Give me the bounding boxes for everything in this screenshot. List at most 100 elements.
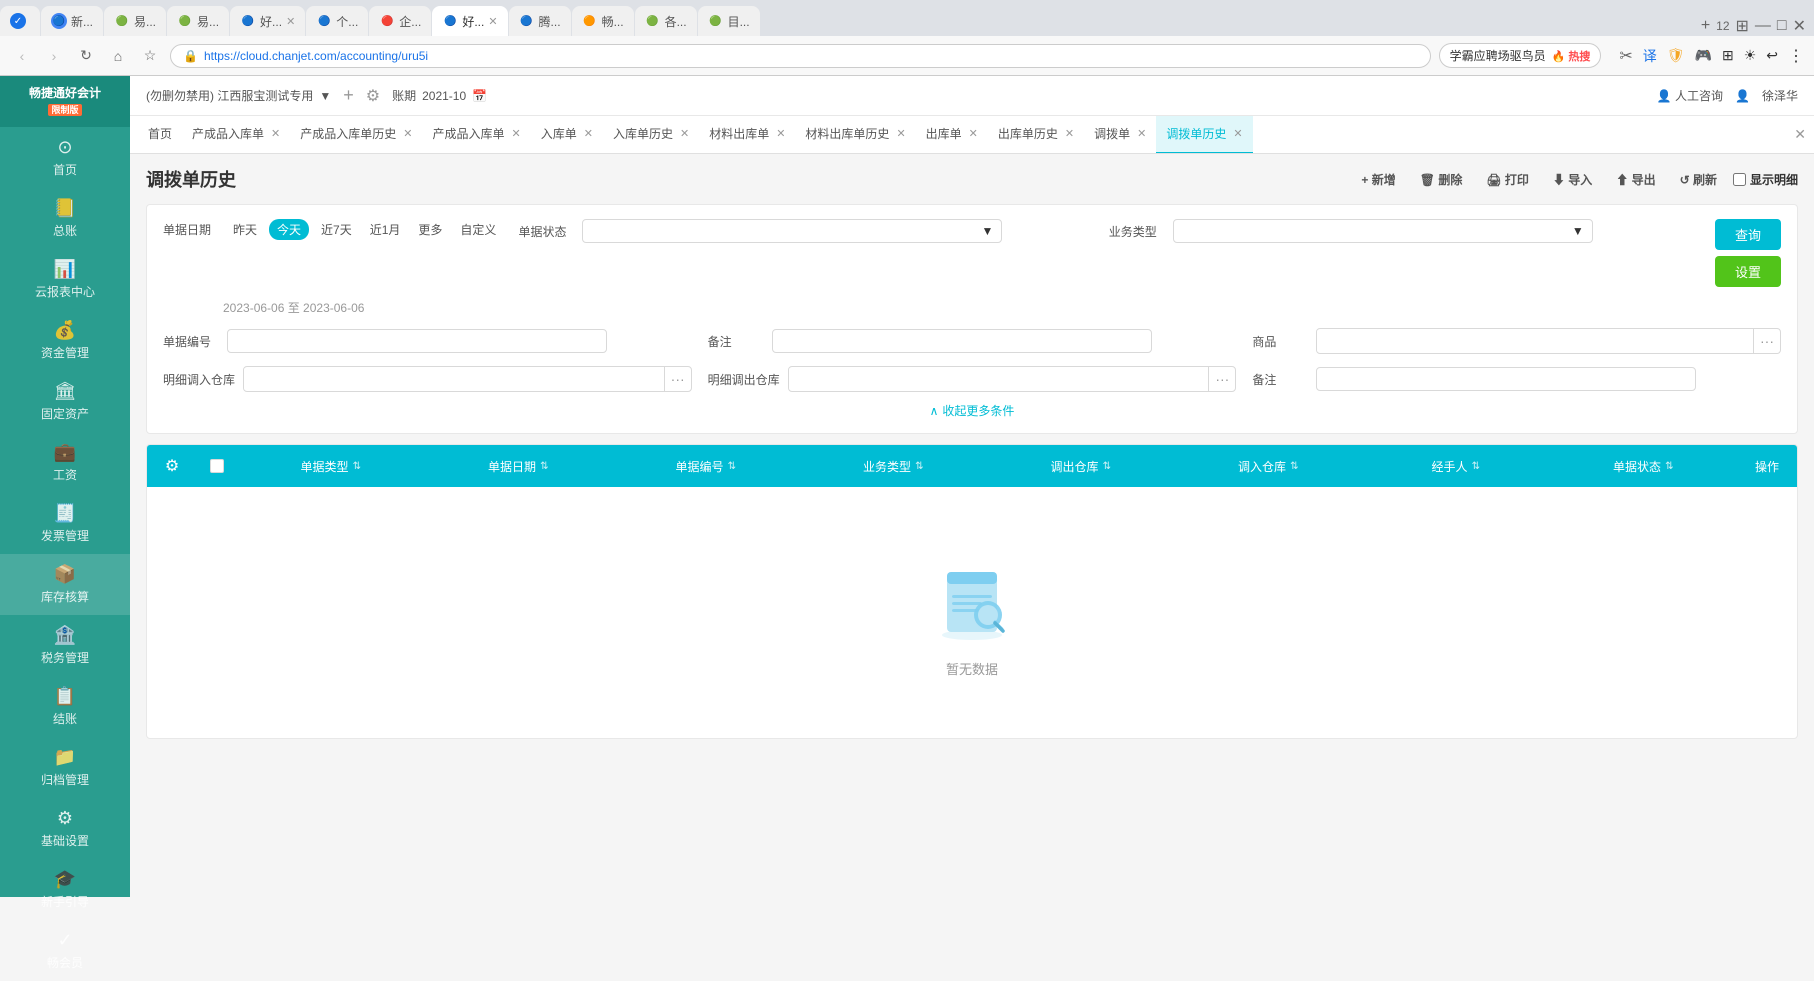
settings-gear-icon[interactable]: ⚙ xyxy=(165,456,179,476)
browser-search[interactable]: 学霸应聘场驱鸟员 🔥 热搜 xyxy=(1439,43,1602,68)
page-tab-11-close[interactable]: ✕ xyxy=(1233,127,1242,140)
page-tab-3[interactable]: 产成品入库单 ✕ xyxy=(422,116,530,154)
export-btn[interactable]: ⬆ 导出 xyxy=(1608,167,1663,192)
collapse-filter-btn[interactable]: ∧ 收起更多条件 xyxy=(163,402,1781,419)
page-tab-3-close[interactable]: ✕ xyxy=(512,127,521,140)
browser-tab-9[interactable]: 🟠 畅... xyxy=(572,6,634,36)
sidebar-item-settings[interactable]: ⚙ 基础设置 xyxy=(0,798,130,859)
status-filter-select[interactable]: ▼ xyxy=(582,219,1002,243)
page-tab-5-close[interactable]: ✕ xyxy=(680,127,689,140)
maximize-btn[interactable]: □ xyxy=(1777,17,1787,35)
goods-dots-btn[interactable]: ··· xyxy=(1753,329,1780,353)
page-tab-11[interactable]: 调拨单历史 ✕ xyxy=(1156,116,1252,154)
detail-in-dots-btn[interactable]: ··· xyxy=(664,367,691,391)
page-tab-1[interactable]: 产成品入库单 ✕ xyxy=(182,116,290,154)
browser-tab-1[interactable]: 🔵 新... xyxy=(41,6,103,36)
user-avatar[interactable]: 👤 xyxy=(1735,89,1750,103)
tab-menu-btn[interactable]: ⊞ xyxy=(1736,16,1749,36)
url-bar[interactable]: 🔒 https://cloud.chanjet.com/accounting/u… xyxy=(170,44,1431,68)
th-handler[interactable]: 经手人 ⇅ xyxy=(1362,445,1550,487)
new-tab-btn[interactable]: + xyxy=(1701,17,1710,35)
page-tab-9[interactable]: 出库单历史 ✕ xyxy=(988,116,1084,154)
page-tab-home[interactable]: 首页 xyxy=(138,116,182,154)
detail-in-text-input[interactable] xyxy=(244,368,664,390)
translate-icon[interactable]: 译 xyxy=(1643,46,1657,66)
page-tab-8-close[interactable]: ✕ xyxy=(969,127,978,140)
page-tab-4[interactable]: 入库单 ✕ xyxy=(531,116,603,154)
search-btn[interactable]: 查询 xyxy=(1715,219,1781,250)
setting-btn[interactable]: 设置 xyxy=(1715,256,1781,287)
date-1month-btn[interactable]: 近1月 xyxy=(364,219,407,240)
th-doc-type[interactable]: 单据类型 ⇅ xyxy=(237,445,425,487)
browser-tab-5[interactable]: 🔵 个... xyxy=(306,6,368,36)
th-checkbox[interactable] xyxy=(197,445,237,487)
sidebar-item-ledger[interactable]: 📒 总账 xyxy=(0,188,130,249)
sidebar-item-member[interactable]: ✓ 畅会员 xyxy=(0,920,130,981)
browser-tab-2[interactable]: 🟢 易... xyxy=(104,6,166,36)
sidebar-item-home[interactable]: ⊙ 首页 xyxy=(0,127,130,188)
delete-btn[interactable]: 🗑 删除 xyxy=(1412,167,1471,192)
browser-tab-4-close[interactable]: ✕ xyxy=(286,15,295,28)
display-toggle[interactable]: 显示明细 xyxy=(1733,171,1798,188)
calendar-icon[interactable]: 📅 xyxy=(472,89,487,103)
forward-btn[interactable]: › xyxy=(42,44,66,68)
detail-out-text-input[interactable] xyxy=(789,368,1209,390)
detail-out-dots-btn[interactable]: ··· xyxy=(1208,367,1235,391)
page-tab-8[interactable]: 出库单 ✕ xyxy=(916,116,988,154)
close-window-btn[interactable]: ✕ xyxy=(1793,16,1806,36)
goods-text-input[interactable] xyxy=(1317,330,1753,352)
page-tab-2-close[interactable]: ✕ xyxy=(403,127,412,140)
page-tab-10[interactable]: 调拨单 ✕ xyxy=(1084,116,1156,154)
browser-tab-10[interactable]: 🟢 各... xyxy=(635,6,697,36)
page-tab-2[interactable]: 产成品入库单历史 ✕ xyxy=(290,116,422,154)
sidebar-item-assets[interactable]: 🏛 固定资产 xyxy=(0,371,130,432)
bookmark-btn[interactable]: ☆ xyxy=(138,44,162,68)
header-checkbox[interactable] xyxy=(210,459,224,473)
th-settings[interactable]: ⚙ xyxy=(147,445,197,487)
date-7days-btn[interactable]: 近7天 xyxy=(315,219,358,240)
browser-tab-8[interactable]: 🔵 腾... xyxy=(509,6,571,36)
new-btn[interactable]: + 新增 xyxy=(1353,167,1403,192)
sidebar-item-invoice[interactable]: 🧾 发票管理 xyxy=(0,493,130,554)
browser-tab-7[interactable]: 🔵 好... ✕ xyxy=(432,6,507,36)
sidebar-item-capital[interactable]: 💰 资金管理 xyxy=(0,310,130,371)
remark2-input[interactable] xyxy=(1316,367,1696,391)
reload-btn[interactable]: ↻ xyxy=(74,44,98,68)
sidebar-item-inventory[interactable]: 📦 库存核算 xyxy=(0,554,130,615)
page-tab-9-close[interactable]: ✕ xyxy=(1065,127,1074,140)
back-btn[interactable]: ‹ xyxy=(10,44,34,68)
th-status[interactable]: 单据状态 ⇅ xyxy=(1550,445,1738,487)
remark-input[interactable] xyxy=(772,329,1152,353)
browser-tab-logo[interactable]: ✓ xyxy=(0,6,40,36)
import-btn[interactable]: ⬇ 导入 xyxy=(1545,167,1600,192)
page-tab-7-close[interactable]: ✕ xyxy=(896,127,905,140)
print-btn[interactable]: 🖨 打印 xyxy=(1478,167,1537,192)
close-all-tabs-btn[interactable]: ✕ xyxy=(1794,126,1806,143)
date-yesterday-btn[interactable]: 昨天 xyxy=(227,219,263,240)
settings-gear-btn[interactable]: ⚙ xyxy=(366,86,380,106)
browser-tab-6[interactable]: 🔴 企... xyxy=(369,6,431,36)
date-custom-btn[interactable]: 自定义 xyxy=(454,219,502,240)
page-tab-10-close[interactable]: ✕ xyxy=(1137,127,1146,140)
page-tab-7[interactable]: 材料出库单历史 ✕ xyxy=(795,116,915,154)
page-tab-4-close[interactable]: ✕ xyxy=(584,127,593,140)
th-doc-date[interactable]: 单据日期 ⇅ xyxy=(425,445,613,487)
date-today-btn[interactable]: 今天 xyxy=(269,219,309,240)
th-out-warehouse[interactable]: 调出仓库 ⇅ xyxy=(987,445,1175,487)
add-company-btn[interactable]: + xyxy=(343,85,354,106)
company-selector[interactable]: (勿删勿禁用) 江西服宝测试专用 ▼ xyxy=(146,87,331,104)
sidebar-item-wages[interactable]: 💼 工资 xyxy=(0,432,130,493)
display-checkbox[interactable] xyxy=(1733,173,1746,186)
browser-tab-3[interactable]: 🟢 易... xyxy=(167,6,229,36)
sidebar-item-closing[interactable]: 📋 结账 xyxy=(0,676,130,737)
sidebar-item-reports[interactable]: 📊 云报表中心 xyxy=(0,249,130,310)
home-btn[interactable]: ⌂ xyxy=(106,44,130,68)
page-tab-5[interactable]: 入库单历史 ✕ xyxy=(603,116,699,154)
browser-tab-11[interactable]: 🟢 目... xyxy=(698,6,760,36)
browser-tab-4[interactable]: 🔵 好... ✕ xyxy=(230,6,305,36)
page-tab-1-close[interactable]: ✕ xyxy=(271,127,280,140)
sidebar-item-guide[interactable]: 🎓 新手引导 xyxy=(0,859,130,920)
customer-service-btn[interactable]: 👤 人工咨询 xyxy=(1657,87,1723,104)
sidebar-item-tax[interactable]: 🏦 税务管理 xyxy=(0,615,130,676)
th-biz-type[interactable]: 业务类型 ⇅ xyxy=(800,445,988,487)
